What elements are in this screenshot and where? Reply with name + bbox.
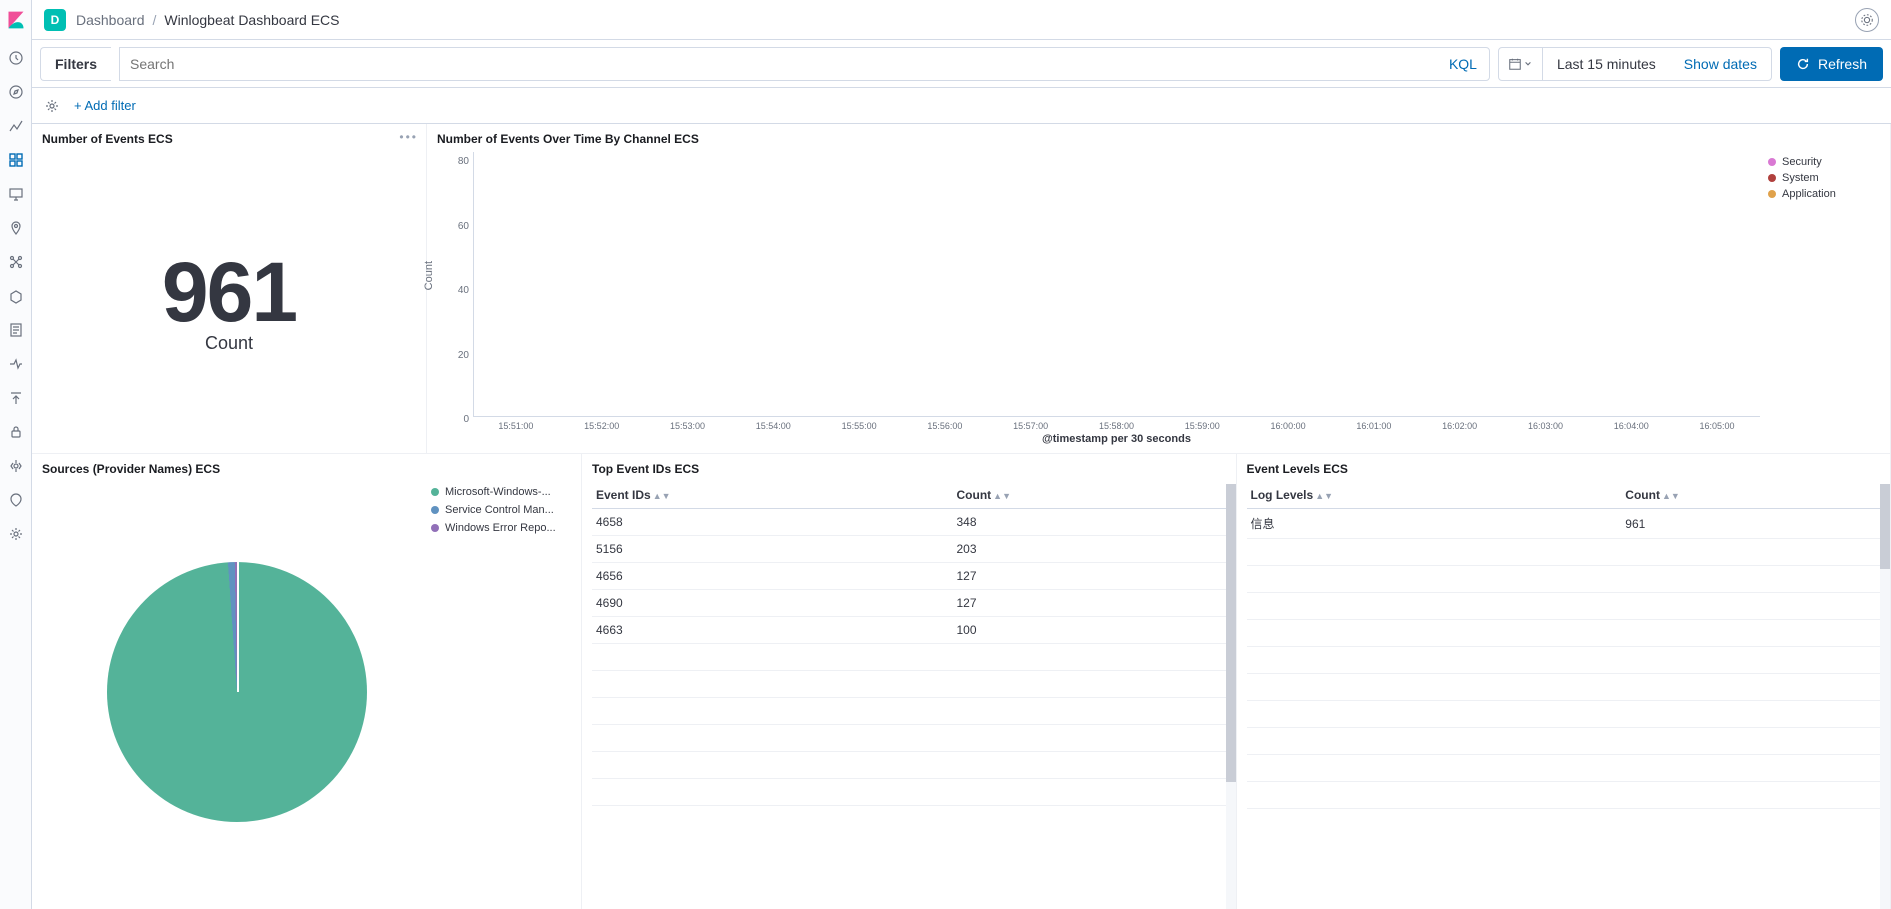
bars-area[interactable] xyxy=(473,152,1760,417)
table-header-event-ids[interactable]: Event IDs▲▼ xyxy=(592,482,953,509)
pie-chart[interactable] xyxy=(107,562,367,822)
nav-siem-icon[interactable] xyxy=(8,424,24,440)
pie-legend-item[interactable]: Service Control Man... xyxy=(431,504,571,516)
breadcrumb-root[interactable]: Dashboard xyxy=(76,12,145,28)
table-row[interactable]: 5156203 xyxy=(592,536,1226,563)
time-range-text[interactable]: Last 15 minutes xyxy=(1543,56,1670,72)
kibana-logo[interactable] xyxy=(4,8,28,32)
filters-button[interactable]: Filters xyxy=(40,47,111,81)
y-axis-label: Count xyxy=(423,260,435,289)
table-row xyxy=(1247,566,1881,593)
table-row xyxy=(1247,539,1881,566)
nav-dashboard-icon[interactable] xyxy=(8,152,24,168)
table-row xyxy=(592,698,1226,725)
legend-item-system[interactable]: System xyxy=(1768,172,1880,184)
table-row xyxy=(592,725,1226,752)
panel-barchart: Number of Events Over Time By Channel EC… xyxy=(427,124,1891,454)
panel-title: Number of Events Over Time By Channel EC… xyxy=(437,132,1880,146)
panel-title: Sources (Provider Names) ECS xyxy=(42,462,571,476)
breadcrumb-leaf: Winlogbeat Dashboard ECS xyxy=(164,12,339,28)
table-row xyxy=(592,644,1226,671)
nav-uptime-icon[interactable] xyxy=(8,390,24,406)
barchart-legend: Security System Application xyxy=(1760,152,1880,445)
table-row[interactable]: 4658348 xyxy=(592,509,1226,536)
scrollbar[interactable] xyxy=(1226,484,1236,909)
event-levels-table: Log Levels▲▼ Count▲▼ 信息961 xyxy=(1247,482,1881,809)
metric-label: Count xyxy=(205,333,253,354)
pie-legend-item[interactable]: Microsoft-Windows-... xyxy=(431,486,571,498)
table-row xyxy=(592,752,1226,779)
metric-value: 961 xyxy=(162,244,296,341)
nav-maps-icon[interactable] xyxy=(8,220,24,236)
table-row[interactable]: 4656127 xyxy=(592,563,1226,590)
panel-title: Number of Events ECS xyxy=(42,132,416,146)
table-row[interactable]: 信息961 xyxy=(1247,509,1881,539)
table-header-count[interactable]: Count▲▼ xyxy=(1621,482,1880,509)
side-navigation xyxy=(0,0,32,909)
filter-settings-icon[interactable] xyxy=(44,98,60,114)
nav-monitoring-icon[interactable] xyxy=(8,492,24,508)
panel-metric: Number of Events ECS ••• 961 Count xyxy=(32,124,427,454)
nav-management-icon[interactable] xyxy=(8,526,24,542)
table-row xyxy=(1247,782,1881,809)
panel-title: Event Levels ECS xyxy=(1247,462,1881,476)
show-dates-link[interactable]: Show dates xyxy=(1670,56,1771,72)
top-bar: D Dashboard / Winlogbeat Dashboard ECS xyxy=(32,0,1891,40)
add-filter-link[interactable]: + Add filter xyxy=(74,98,136,113)
table-row xyxy=(1247,674,1881,701)
help-icon[interactable] xyxy=(1855,8,1879,32)
date-picker: Last 15 minutes Show dates xyxy=(1498,47,1772,81)
legend-item-application[interactable]: Application xyxy=(1768,188,1880,200)
top-events-table: Event IDs▲▼ Count▲▼ 46583485156203465612… xyxy=(592,482,1226,806)
refresh-button[interactable]: Refresh xyxy=(1780,47,1883,81)
nav-ml-icon[interactable] xyxy=(8,254,24,270)
query-bar: Filters KQL Last 15 minutes Show dates R… xyxy=(32,40,1891,88)
search-input[interactable] xyxy=(120,56,1437,72)
table-header-count[interactable]: Count▲▼ xyxy=(953,482,1226,509)
nav-infra-icon[interactable] xyxy=(8,288,24,304)
table-header-log-levels[interactable]: Log Levels▲▼ xyxy=(1247,482,1622,509)
x-axis-label: @timestamp per 30 seconds xyxy=(473,433,1760,445)
kql-toggle[interactable]: KQL xyxy=(1437,56,1489,72)
refresh-label: Refresh xyxy=(1818,56,1867,72)
table-row xyxy=(1247,701,1881,728)
table-row[interactable]: 4663100 xyxy=(592,617,1226,644)
breadcrumb-separator: / xyxy=(153,12,157,28)
nav-apm-icon[interactable] xyxy=(8,356,24,372)
panel-pie: Sources (Provider Names) ECS Microsoft-W… xyxy=(32,454,582,909)
table-row[interactable]: 4690127 xyxy=(592,590,1226,617)
pie-legend-item[interactable]: Windows Error Repo... xyxy=(431,522,571,534)
x-axis: 15:51:0015:52:0015:53:0015:54:0015:55:00… xyxy=(473,417,1760,431)
breadcrumb: Dashboard / Winlogbeat Dashboard ECS xyxy=(76,12,340,28)
table-row xyxy=(1247,593,1881,620)
panel-title: Top Event IDs ECS xyxy=(592,462,1226,476)
table-row xyxy=(592,779,1226,806)
scrollbar[interactable] xyxy=(1880,484,1890,909)
search-group: KQL xyxy=(119,47,1490,81)
nav-discover-icon[interactable] xyxy=(8,84,24,100)
nav-canvas-icon[interactable] xyxy=(8,186,24,202)
panel-event-levels: Event Levels ECS Log Levels▲▼ Count▲▼ 信息… xyxy=(1237,454,1891,909)
nav-logs-icon[interactable] xyxy=(8,322,24,338)
nav-dev-icon[interactable] xyxy=(8,458,24,474)
pie-legend: Microsoft-Windows-... Service Control Ma… xyxy=(431,482,571,901)
table-row xyxy=(592,671,1226,698)
nav-recent-icon[interactable] xyxy=(8,50,24,66)
nav-visualize-icon[interactable] xyxy=(8,118,24,134)
table-row xyxy=(1247,620,1881,647)
filter-row: + Add filter xyxy=(32,88,1891,124)
panel-menu-icon[interactable]: ••• xyxy=(399,130,418,144)
panel-top-events: Top Event IDs ECS Event IDs▲▼ Count▲▼ 46… xyxy=(582,454,1237,909)
table-row xyxy=(1247,647,1881,674)
table-row xyxy=(1247,755,1881,782)
app-badge: D xyxy=(44,9,66,31)
y-axis: Count 806040200 xyxy=(437,152,473,445)
calendar-icon[interactable] xyxy=(1499,48,1543,80)
table-row xyxy=(1247,728,1881,755)
legend-item-security[interactable]: Security xyxy=(1768,156,1880,168)
